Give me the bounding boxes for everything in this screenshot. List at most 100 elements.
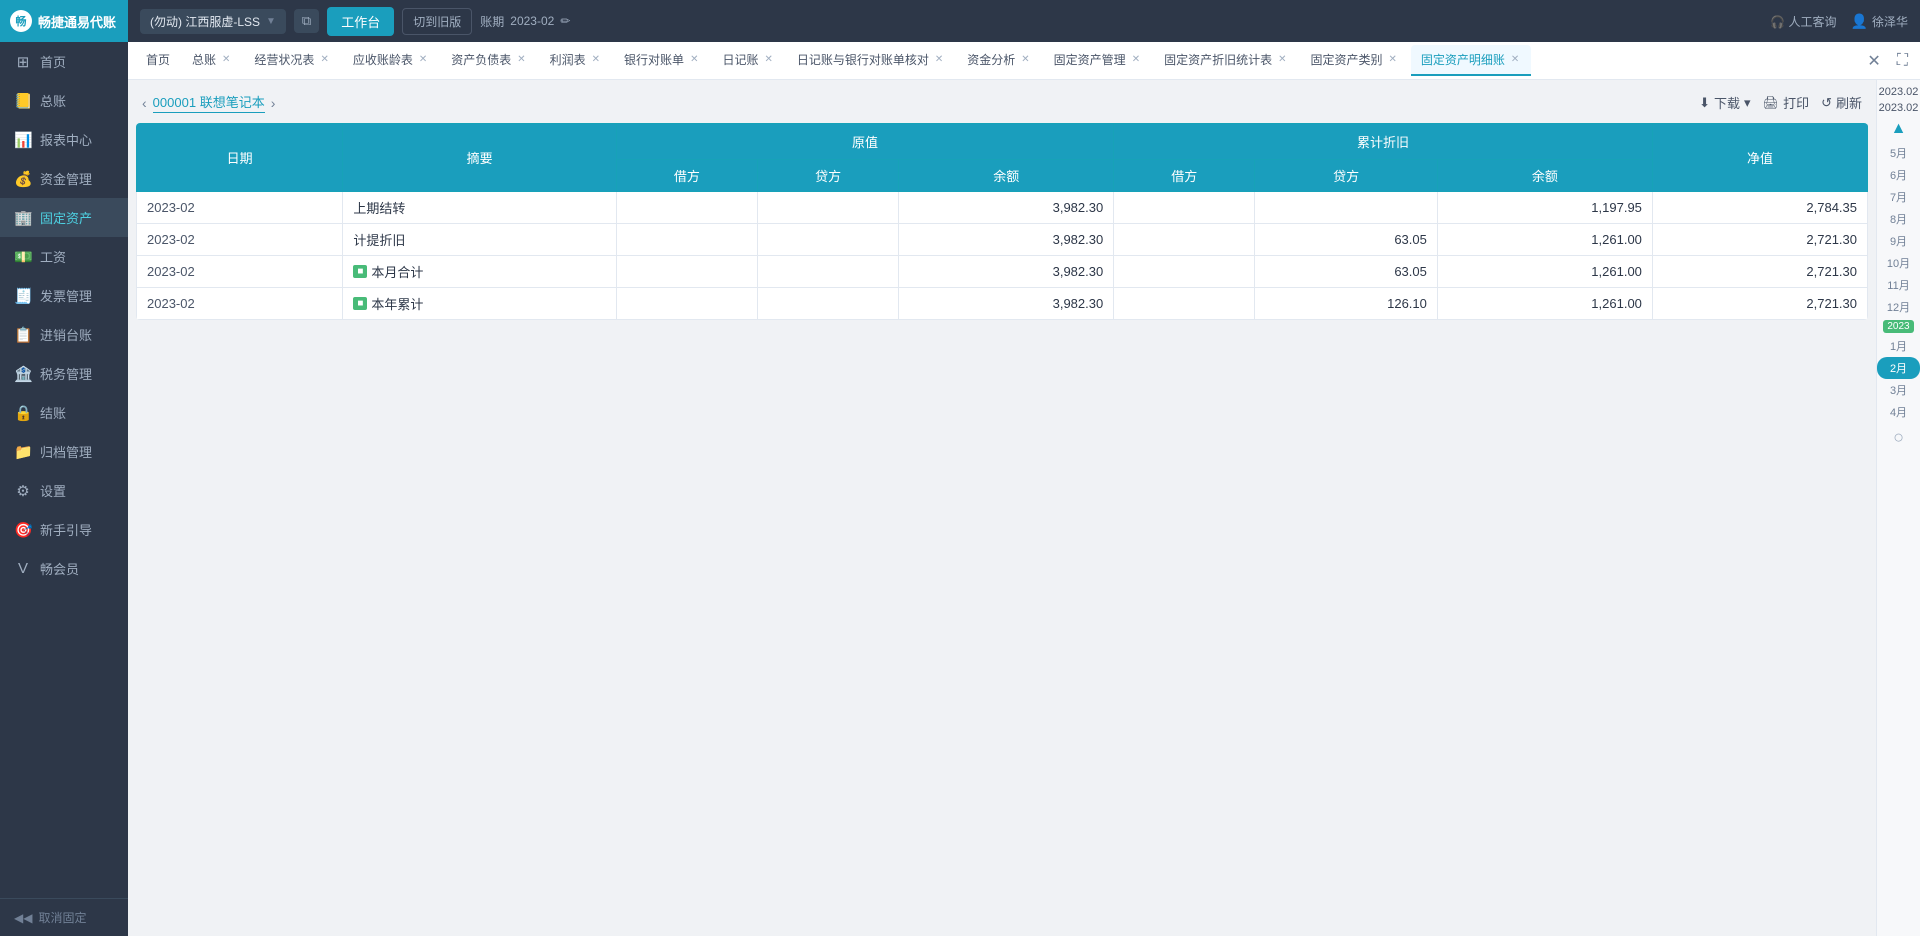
tab-maximize-icon[interactable]: ⛶ [1893,50,1912,72]
switch-version-button[interactable]: 切到旧版 [402,8,472,35]
rs-month-3[interactable]: 3月 [1877,379,1920,401]
tab-ledger[interactable]: 总账 ✕ [182,45,242,76]
sidebar-item-invoice[interactable]: 🧾 发票管理 [0,276,128,315]
tab-bank-statement-close[interactable]: ✕ [688,54,700,65]
tab-fa-category[interactable]: 固定资产类别 ✕ [1300,45,1408,76]
print-button[interactable]: 🖨 打印 [1763,93,1810,112]
cell-desc: ■ 本月合计 [343,256,616,288]
user-service[interactable]: 🎧 人工客询 [1770,13,1836,30]
rs-month-5[interactable]: 5月 [1877,142,1920,164]
sidebar-item-label: 工资 [40,247,66,266]
sidebar-item-ledger[interactable]: 📒 总账 [0,81,128,120]
tab-bank-check-close[interactable]: ✕ [933,54,945,65]
rs-month-12[interactable]: 12月 [1877,296,1920,318]
refresh-button[interactable]: ↺ 刷新 [1821,93,1862,112]
tab-receivable[interactable]: 应收账龄表 ✕ [343,45,439,76]
rs-month-8[interactable]: 8月 [1877,208,1920,230]
sidebar-item-guide[interactable]: 🎯 新手引导 [0,510,128,549]
tab-fa-depreciation-label: 固定资产折旧统计表 [1164,51,1272,68]
breadcrumb-item[interactable]: 000001 联想笔记本 [153,92,265,113]
cell-accum-balance: 1,197.95 [1437,192,1652,224]
download-button[interactable]: ⬇ 下载 ▾ [1699,93,1750,112]
sidebar-item-settings[interactable]: ⚙ 设置 [0,471,128,510]
rs-month-10[interactable]: 10月 [1877,252,1920,274]
rs-more-icon[interactable]: ○ [1889,423,1908,452]
tab-fa-manage[interactable]: 固定资产管理 ✕ [1044,45,1152,76]
unpin-button[interactable]: ◀◀ 取消固定 [0,898,128,936]
cell-date: 2023-02 [137,192,343,224]
col-orig-balance: 余额 [899,160,1114,192]
company-name: (勿动) 江西服虚-LSS [150,13,260,30]
sidebar-item-member[interactable]: V 畅会员 [0,549,128,588]
rs-month-1[interactable]: 1月 [1877,335,1920,357]
tab-capital-analysis-close[interactable]: ✕ [1019,54,1031,65]
tab-home[interactable]: 首页 [136,45,180,76]
sidebar-item-payroll[interactable]: 💵 工资 [0,237,128,276]
sidebar-item-close[interactable]: 🔒 结账 [0,393,128,432]
tab-close-all-icon[interactable]: ✕ [1863,49,1884,73]
tab-business[interactable]: 经营状况表 ✕ [244,45,340,76]
tab-business-close[interactable]: ✕ [318,54,330,65]
breadcrumb-actions: ⬇ 下载 ▾ 🖨 打印 ↺ 刷新 [1699,93,1862,112]
sidebar-item-label: 畅会员 [40,559,79,578]
sidebar-item-home[interactable]: ⊞ 首页 [0,42,128,81]
copy-button[interactable]: ⧉ [294,9,319,33]
rs-month-2[interactable]: 2月 [1877,357,1920,379]
period-value: 2023-02 [510,14,554,28]
topbar-right: 🎧 人工客询 👤 徐泽华 [1770,13,1908,30]
reports-icon: 📊 [14,131,32,149]
tab-fa-detail-close[interactable]: ✕ [1509,54,1521,65]
cell-orig-debit [616,192,757,224]
rs-month-11[interactable]: 11月 [1877,274,1920,296]
tab-fa-depreciation[interactable]: 固定资产折旧统计表 ✕ [1154,45,1298,76]
sidebar-item-capital[interactable]: 💰 资金管理 [0,159,128,198]
sidebar-item-tax[interactable]: 🏦 税务管理 [0,354,128,393]
breadcrumb-name: 联想笔记本 [200,95,265,110]
sidebar-item-fixed-assets[interactable]: 🏢 固定资产 [0,198,128,237]
capital-icon: 💰 [14,170,32,188]
tab-receivable-close[interactable]: ✕ [417,54,429,65]
close-period-icon: 🔒 [14,404,32,422]
cell-orig-balance: 3,982.30 [899,192,1114,224]
tabbar-actions: ✕ ⛶ [1853,49,1912,73]
tab-bank-statement[interactable]: 银行对账单 ✕ [614,45,710,76]
sidebar-item-reports[interactable]: 📊 报表中心 [0,120,128,159]
rs-month-9[interactable]: 9月 [1877,230,1920,252]
unpin-label: 取消固定 [38,909,86,926]
nav-next-icon[interactable]: › [271,95,276,111]
sidebar-item-label: 设置 [40,481,66,500]
sidebar: 畅 畅捷通易代账 ⊞ 首页 📒 总账 📊 报表中心 💰 资金管理 🏢 固定资产 … [0,0,128,936]
workbench-button[interactable]: 工作台 [327,7,394,36]
tab-journal[interactable]: 日记账 ✕ [712,45,784,76]
tab-bank-statement-label: 银行对账单 [624,51,684,68]
fixed-assets-icon: 🏢 [14,209,32,227]
rs-month-4[interactable]: 4月 [1877,401,1920,423]
tab-balance-label: 资产负债表 [451,51,511,68]
tab-ledger-close[interactable]: ✕ [220,54,232,65]
tab-fa-detail[interactable]: 固定资产明细账 ✕ [1411,45,1531,76]
print-label: 打印 [1783,93,1809,112]
tab-fa-manage-close[interactable]: ✕ [1130,54,1142,65]
tab-journal-close[interactable]: ✕ [762,54,774,65]
cell-date: 2023-02 [137,256,343,288]
tab-fa-category-close[interactable]: ✕ [1387,54,1399,65]
rs-up-arrow[interactable]: ▲ [1887,116,1911,142]
ledger-icon: 📒 [14,92,32,110]
user-profile[interactable]: 👤 徐泽华 [1851,13,1908,30]
tab-fa-depreciation-close[interactable]: ✕ [1276,54,1288,65]
rs-month-7[interactable]: 7月 [1877,186,1920,208]
tab-profit-close[interactable]: ✕ [590,54,602,65]
company-selector[interactable]: (勿动) 江西服虚-LSS ▼ [140,9,286,34]
tab-balance[interactable]: 资产负债表 ✕ [441,45,537,76]
tab-bank-check[interactable]: 日记账与银行对账单核对 ✕ [787,45,955,76]
period-edit-icon[interactable]: ✏ [560,14,570,28]
sidebar-item-archive[interactable]: 📁 归档管理 [0,432,128,471]
tab-balance-close[interactable]: ✕ [515,54,527,65]
cell-orig-balance: 3,982.30 [899,256,1114,288]
tab-capital-analysis[interactable]: 资金分析 ✕ [957,45,1041,76]
rs-month-6[interactable]: 6月 [1877,164,1920,186]
nav-prev-icon[interactable]: ‹ [142,95,147,111]
tab-profit[interactable]: 利润表 ✕ [540,45,612,76]
sidebar-item-sales-ledger[interactable]: 📋 进销台账 [0,315,128,354]
col-orig-debit: 借方 [616,160,757,192]
